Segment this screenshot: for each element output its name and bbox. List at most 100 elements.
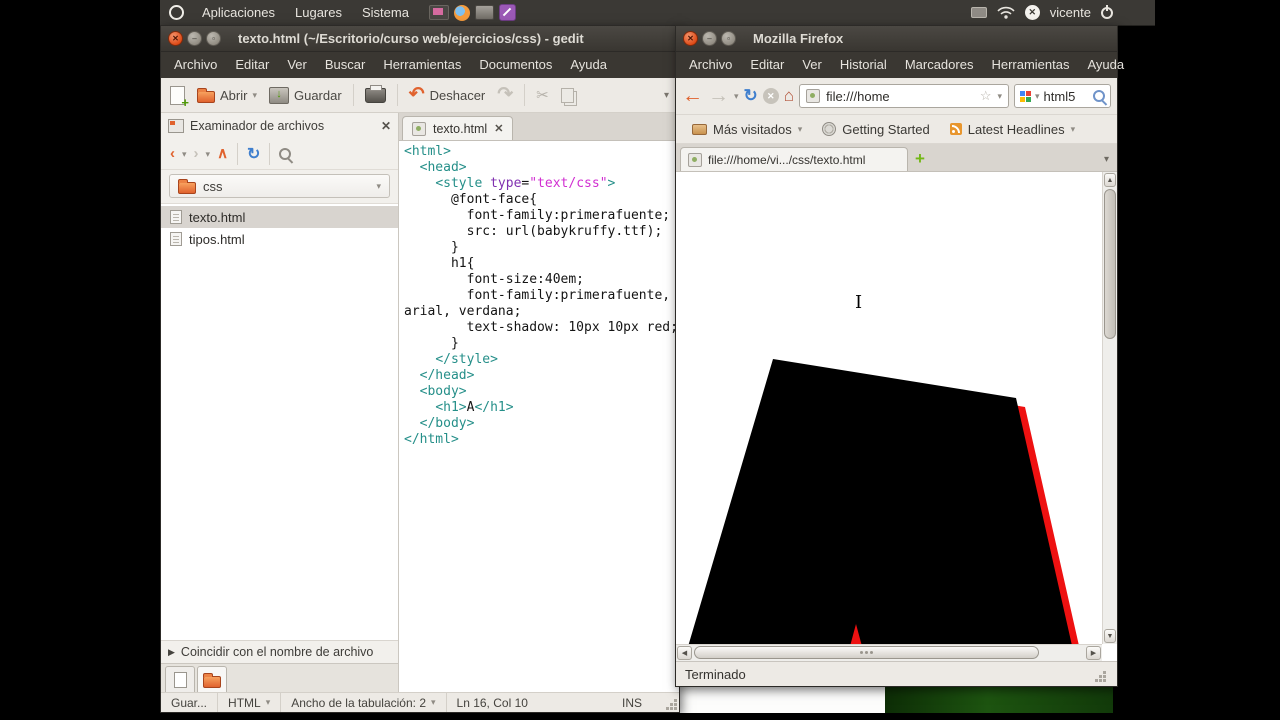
panel-menu-item[interactable]: Aplicaciones [192, 0, 285, 25]
firefox-menu-item[interactable]: Ayuda [1078, 52, 1133, 78]
file-browser-tab[interactable] [197, 666, 227, 692]
code-line[interactable]: </html> [404, 432, 679, 448]
code-line[interactable]: src: url(babykruffy.ttf); [404, 224, 679, 240]
code-line[interactable]: <head> [404, 160, 679, 176]
code-line[interactable]: font-family:primerafuente, [404, 288, 679, 304]
scroll-left-icon[interactable]: ◀ [677, 646, 692, 660]
gedit-titlebar[interactable]: ✕ – ▫ texto.html (~/Escritorio/curso web… [161, 26, 679, 52]
gedit-menu-item[interactable]: Buscar [316, 52, 374, 78]
tab-list-dropdown-icon[interactable]: ▾ [1104, 154, 1113, 165]
save-button[interactable]: ↓ Guardar [266, 85, 345, 106]
movie-player-icon[interactable] [474, 5, 494, 20]
stop-button[interactable]: ✕ [762, 88, 779, 104]
status-menu-icon[interactable]: ✕ [1024, 5, 1040, 20]
up-icon[interactable]: ∧ [217, 146, 228, 161]
file-item[interactable]: tipos.html [161, 228, 398, 250]
code-line[interactable]: h1{ [404, 256, 679, 272]
horizontal-scroll-thumb[interactable] [694, 646, 1039, 659]
code-line[interactable]: </head> [404, 368, 679, 384]
toolbar-overflow-button[interactable]: ▾ [664, 90, 673, 101]
undo-button[interactable]: ↶ Deshacer [406, 84, 489, 106]
forward-icon[interactable]: › [194, 146, 199, 161]
reload-button[interactable]: ↻ [744, 86, 758, 106]
gedit-menu-item[interactable]: Documentos [470, 52, 561, 78]
display-indicator-icon[interactable] [970, 7, 987, 18]
firefox-menu-item[interactable]: Historial [831, 52, 896, 78]
file-item[interactable]: texto.html [161, 206, 398, 228]
scroll-right-icon[interactable]: ▶ [1086, 646, 1101, 660]
back-icon[interactable]: ‹ [170, 146, 175, 161]
close-panel-icon[interactable]: ✕ [381, 119, 391, 133]
firefox-menu-item[interactable]: Herramientas [982, 52, 1078, 78]
close-button[interactable]: ✕ [168, 31, 183, 46]
home-button[interactable]: ⌂ [784, 86, 794, 106]
resize-grip[interactable] [1099, 674, 1102, 678]
panel-menu-item[interactable]: Sistema [352, 0, 419, 25]
search-icon[interactable] [279, 148, 292, 160]
editor-tab[interactable]: texto.html ✕ [402, 116, 514, 140]
back-button[interactable]: ← [682, 84, 703, 108]
close-tab-icon[interactable]: ✕ [494, 122, 503, 135]
maximize-button[interactable]: ▫ [721, 31, 736, 46]
search-bar[interactable]: ▾ html5 [1014, 84, 1111, 108]
code-line[interactable]: <body> [404, 384, 679, 400]
firefox-menu-item[interactable]: Editar [741, 52, 793, 78]
bookmark-getting-started[interactable]: Getting Started [814, 122, 937, 137]
firefox-launcher-icon[interactable] [453, 4, 470, 21]
forward-history-icon[interactable]: ▾ [206, 149, 211, 160]
username-label[interactable]: vicente [1050, 5, 1091, 20]
firefox-titlebar[interactable]: ✕ – ▫ Mozilla Firefox [676, 26, 1117, 52]
code-line[interactable]: } [404, 240, 679, 256]
search-go-icon[interactable] [1093, 90, 1105, 102]
code-line[interactable]: font-size:40em; [404, 272, 679, 288]
gedit-menu-item[interactable]: Ver [278, 52, 316, 78]
wifi-icon[interactable] [997, 6, 1015, 19]
firefox-menu-item[interactable]: Marcadores [896, 52, 983, 78]
resize-grip[interactable] [670, 703, 673, 706]
documents-tab[interactable] [165, 666, 195, 692]
code-editor[interactable]: <html> <head> <style type="text/css"> @f… [399, 141, 679, 692]
code-line[interactable]: @font-face{ [404, 192, 679, 208]
forward-button[interactable]: → [708, 84, 729, 108]
horizontal-scrollbar[interactable]: ◀ ▶ [676, 644, 1102, 661]
side-panel-header[interactable]: Examinador de archivos ✕ [161, 113, 398, 139]
code-line[interactable]: </style> [404, 352, 679, 368]
vertical-scroll-thumb[interactable] [1104, 189, 1116, 339]
gedit-menu-item[interactable]: Ayuda [561, 52, 616, 78]
url-dropdown-icon[interactable]: ▾ [997, 91, 1002, 102]
firefox-menu-item[interactable]: Archivo [680, 52, 741, 78]
vertical-scrollbar[interactable]: ▲ ▼ [1102, 172, 1117, 644]
history-dropdown-icon[interactable]: ▾ [734, 91, 739, 102]
bookmark-latest-headlines[interactable]: Latest Headlines ▾ [942, 122, 1083, 137]
search-engine-dropdown-icon[interactable]: ▾ [1035, 91, 1040, 102]
maximize-button[interactable]: ▫ [206, 31, 221, 46]
tab-width-selector[interactable]: Ancho de la tabulación: 2 ▾ [281, 693, 447, 712]
new-document-button[interactable] [167, 84, 189, 110]
browser-tab[interactable]: file:///home/vi.../css/texto.html [680, 147, 908, 171]
close-button[interactable]: ✕ [683, 31, 698, 46]
editor-launcher-icon[interactable] [498, 4, 516, 21]
open-button[interactable]: Abrir ▾ [194, 85, 260, 105]
remote-desktop-icon[interactable] [428, 5, 449, 20]
code-line[interactable]: <h1>A</h1> [404, 400, 679, 416]
print-button[interactable] [362, 84, 389, 105]
panel-menu-item[interactable]: Lugares [285, 0, 352, 25]
bookmark-most-visited[interactable]: Más visitados ▾ [684, 122, 810, 137]
code-line[interactable]: arial, verdana; [404, 304, 679, 320]
filename-filter-expander[interactable]: ▶ Coincidir con el nombre de archivo [161, 640, 398, 663]
code-line[interactable]: <html> [404, 144, 679, 160]
search-text[interactable]: html5 [1044, 89, 1089, 104]
minimize-button[interactable]: – [702, 31, 717, 46]
power-icon[interactable] [1101, 4, 1113, 19]
url-bar[interactable]: file:///home ☆ ▾ [799, 84, 1009, 108]
gedit-menu-item[interactable]: Archivo [165, 52, 226, 78]
language-selector[interactable]: HTML ▾ [218, 693, 282, 712]
copy-button[interactable] [558, 86, 581, 105]
url-text[interactable]: file:///home [826, 89, 890, 104]
code-line[interactable]: font-family:primerafuente; [404, 208, 679, 224]
ubuntu-logo-icon[interactable] [169, 5, 184, 20]
redo-button[interactable]: ↷ [494, 84, 516, 106]
code-line[interactable]: <style type="text/css"> [404, 176, 679, 192]
code-line[interactable]: } [404, 336, 679, 352]
refresh-icon[interactable]: ↻ [247, 144, 260, 164]
